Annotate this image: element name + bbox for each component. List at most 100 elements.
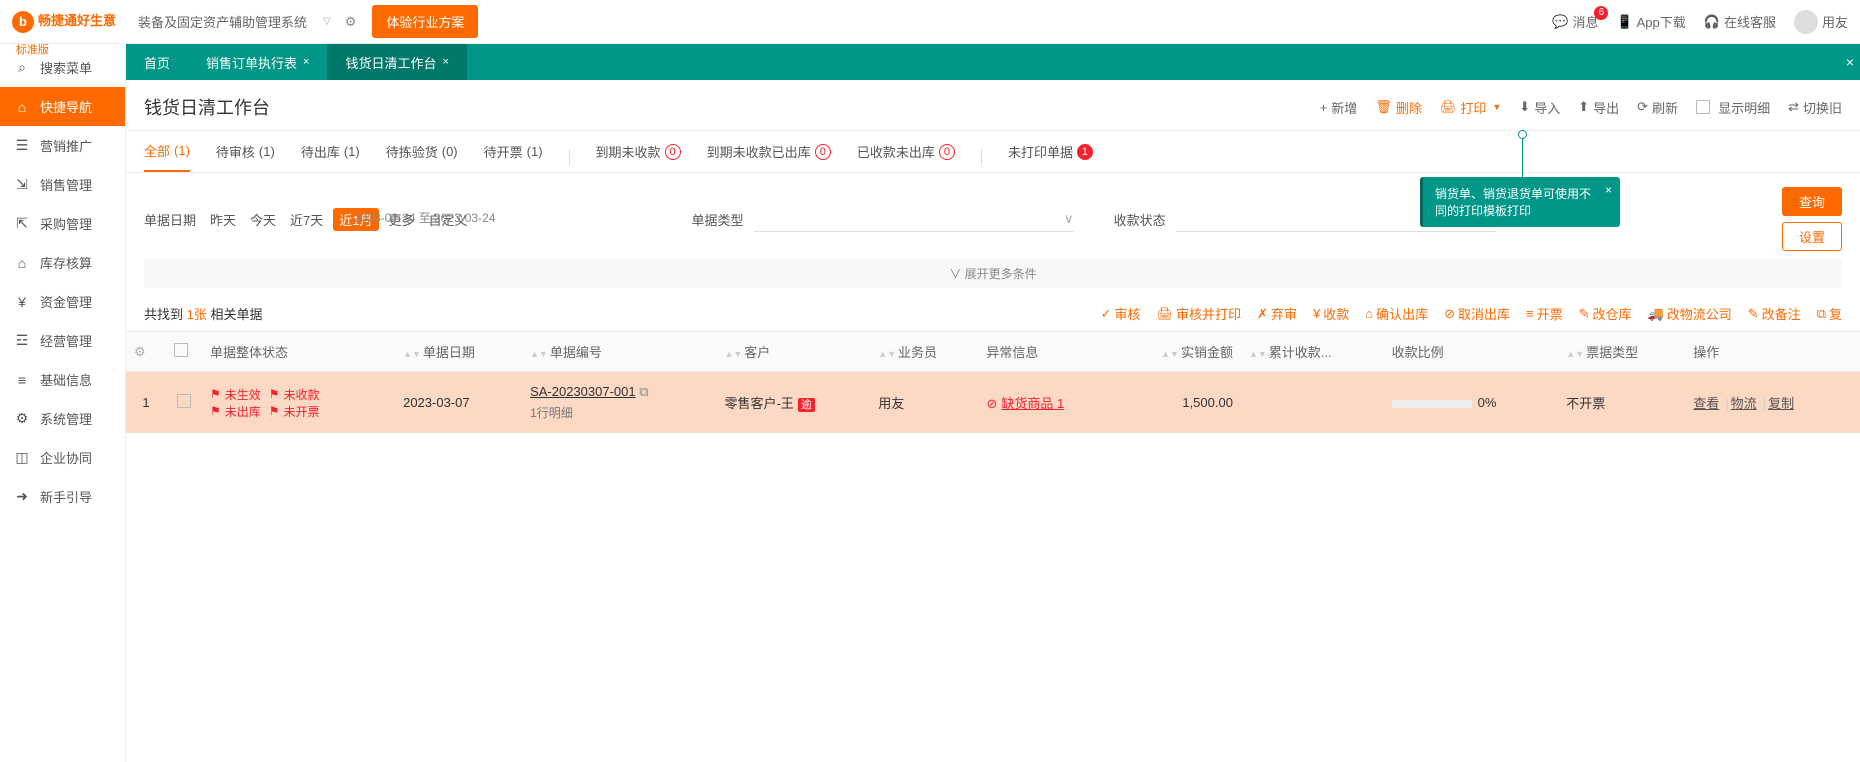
row-checkbox[interactable] — [177, 394, 191, 408]
sidebar-item[interactable]: ➜新手引导 — [0, 477, 125, 516]
date-shortcut[interactable]: 今天 — [246, 208, 280, 231]
experience-button[interactable]: 体验行业方案 — [372, 5, 478, 38]
delete-button[interactable]: 🗑删除 — [1375, 98, 1422, 117]
settings-button[interactable]: 设置 — [1782, 222, 1842, 251]
expand-conditions[interactable]: ∨ 展开更多条件 — [144, 259, 1842, 288]
error-link[interactable]: 缺货商品 1 — [1001, 396, 1064, 411]
status-flag: ⚑未收款 — [269, 386, 320, 403]
row-index: 1 — [126, 372, 166, 434]
tab[interactable]: 钱货日清工作台× — [327, 44, 466, 80]
column-header[interactable]: 异常信息 — [978, 332, 1114, 372]
row-op[interactable]: 查看 — [1693, 396, 1719, 411]
chevron-down-icon: ∨ — [949, 267, 964, 281]
column-header — [166, 332, 202, 372]
row-op[interactable]: 物流 — [1731, 396, 1757, 411]
tab[interactable]: 首页 — [126, 44, 188, 80]
export-button[interactable]: ⬆导出 — [1578, 98, 1619, 117]
show-detail-toggle[interactable]: 显示明细 — [1696, 98, 1770, 117]
table-row[interactable]: 1 ⚑未生效⚑未收款⚑未出库⚑未开票 2023-03-07 SA-2023030… — [126, 372, 1860, 434]
action-icon: ⧉ — [1817, 306, 1826, 322]
tab-bar-close-icon[interactable]: × — [1846, 54, 1854, 70]
messages-link[interactable]: 💬 消息 6 — [1552, 12, 1598, 31]
column-header[interactable]: ▲▼实销金额 — [1114, 332, 1241, 372]
sidebar-item[interactable]: ⇱采购管理 — [0, 204, 125, 243]
invoice-cell: 不开票 — [1558, 372, 1685, 434]
sidebar-item[interactable]: ☲经营管理 — [0, 321, 125, 360]
filter-tabs: 全部(1) 待审核(1) 待出库(1) 待拣验货(0) 待开票(1) 到期未收款0 到期未收… — [126, 131, 1860, 173]
sidebar-icon: ☲ — [14, 333, 30, 349]
column-header[interactable]: 操作 — [1685, 332, 1860, 372]
bulk-action[interactable]: ¥收款 — [1313, 304, 1349, 323]
column-header[interactable]: ▲▼累计收款... — [1241, 332, 1384, 372]
sidebar-item[interactable]: ¥资金管理 — [0, 282, 125, 321]
system-selector[interactable]: 装备及固定资产辅助管理系统 ▽ — [138, 12, 331, 31]
add-button[interactable]: +新增 — [1320, 98, 1358, 117]
plus-icon: + — [1320, 100, 1328, 115]
filter-tab[interactable]: 待开票(1) — [484, 142, 543, 171]
switch-old-button[interactable]: ⇄切换旧 — [1788, 98, 1842, 117]
type-label: 单据类型 — [692, 210, 744, 229]
refresh-button[interactable]: ⟳刷新 — [1637, 98, 1678, 117]
date-shortcut[interactable]: 近7天 — [286, 208, 327, 231]
filter-tab[interactable]: 待出库(1) — [301, 142, 360, 171]
doc-link[interactable]: SA-20230307-001 — [530, 384, 636, 399]
app-download-link[interactable]: 📱 App下载 — [1616, 12, 1685, 31]
tab[interactable]: 销售订单执行表× — [188, 44, 327, 80]
column-header[interactable]: ▲▼单据日期 — [395, 332, 522, 372]
filter-tab[interactable]: 未打印单据1 — [1008, 142, 1093, 171]
search-button[interactable]: 查询 — [1782, 187, 1842, 216]
flag-icon: ⚑ — [210, 387, 221, 401]
bulk-action[interactable]: ✎改备注 — [1748, 304, 1801, 323]
filter-tab[interactable]: 到期未收款0 — [596, 142, 681, 171]
sidebar-item[interactable]: ⌂快捷导航 — [0, 87, 125, 126]
tab-close-icon[interactable]: × — [303, 56, 309, 68]
settings-gear-icon[interactable]: ⚙ — [345, 14, 357, 30]
column-header[interactable]: 单据整体状态 — [202, 332, 395, 372]
system-name: 装备及固定资产辅助管理系统 — [138, 12, 307, 31]
bulk-action[interactable]: ✗弃审 — [1257, 304, 1297, 323]
filter-tab[interactable]: 待拣验货(0) — [386, 142, 458, 171]
sidebar-item[interactable]: ☰营销推广 — [0, 126, 125, 165]
logo-area: b 畅捷通好生意 标准版 — [12, 11, 126, 33]
select-all-checkbox[interactable] — [174, 343, 188, 357]
bulk-action[interactable]: ✓审核 — [1101, 304, 1141, 323]
user-menu[interactable]: 用友 — [1794, 10, 1848, 34]
bulk-action[interactable]: ⊘取消出库 — [1444, 304, 1510, 323]
sidebar-item[interactable]: ⇲销售管理 — [0, 165, 125, 204]
bulk-action[interactable]: 🖨审核并打印 — [1157, 304, 1242, 323]
bulk-action[interactable]: ≡开票 — [1526, 304, 1563, 323]
bulk-action[interactable]: ⧉复 — [1817, 304, 1842, 323]
tooltip-close-icon[interactable]: × — [1605, 183, 1612, 197]
avatar-icon — [1794, 10, 1818, 34]
bulk-action[interactable]: ✎改仓库 — [1579, 304, 1632, 323]
filter-tab[interactable]: 到期未收款已出库0 — [707, 142, 831, 171]
online-service-link[interactable]: 🎧 在线客服 — [1704, 12, 1776, 31]
status-flag: ⚑未生效 — [210, 386, 261, 403]
bulk-action[interactable]: ⌂确认出库 — [1365, 304, 1428, 323]
action-icon: ¥ — [1313, 306, 1320, 321]
column-header[interactable]: ▲▼业务员 — [870, 332, 978, 372]
date-shortcut[interactable]: 昨天 — [206, 208, 240, 231]
sidebar-icon: ⇱ — [14, 216, 30, 232]
top-right-nav: 💬 消息 6 📱 App下载 🎧 在线客服 用友 — [1552, 10, 1848, 34]
sidebar-item[interactable]: ⌂库存核算 — [0, 243, 125, 282]
filter-tab[interactable]: 待审核(1) — [216, 142, 275, 171]
gear-icon[interactable]: ⚙ — [134, 344, 146, 359]
import-button[interactable]: ⬇导入 — [1519, 98, 1560, 117]
column-header[interactable]: 收款比例 — [1384, 332, 1559, 372]
sidebar-item[interactable]: ≡基础信息 — [0, 360, 125, 399]
column-header[interactable]: ▲▼单据编号 — [522, 332, 716, 372]
bulk-action[interactable]: 🚚改物流公司 — [1648, 304, 1732, 323]
type-select[interactable]: ∨ — [754, 207, 1074, 232]
sidebar-item[interactable]: ◫企业协同 — [0, 438, 125, 477]
tab-close-icon[interactable]: × — [442, 56, 448, 68]
row-op[interactable]: 复制 — [1768, 396, 1794, 411]
print-button[interactable]: 🖨打印▼ — [1440, 98, 1501, 117]
copy-icon[interactable]: ⧉ — [639, 384, 648, 399]
sidebar-icon: ≡ — [14, 372, 30, 388]
column-header[interactable]: ▲▼票据类型 — [1558, 332, 1685, 372]
filter-tab[interactable]: 已收款未出库0 — [857, 142, 955, 171]
filter-tab[interactable]: 全部(1) — [144, 141, 190, 172]
column-header[interactable]: ▲▼客户 — [716, 332, 870, 372]
sidebar-item[interactable]: ⚙系统管理 — [0, 399, 125, 438]
